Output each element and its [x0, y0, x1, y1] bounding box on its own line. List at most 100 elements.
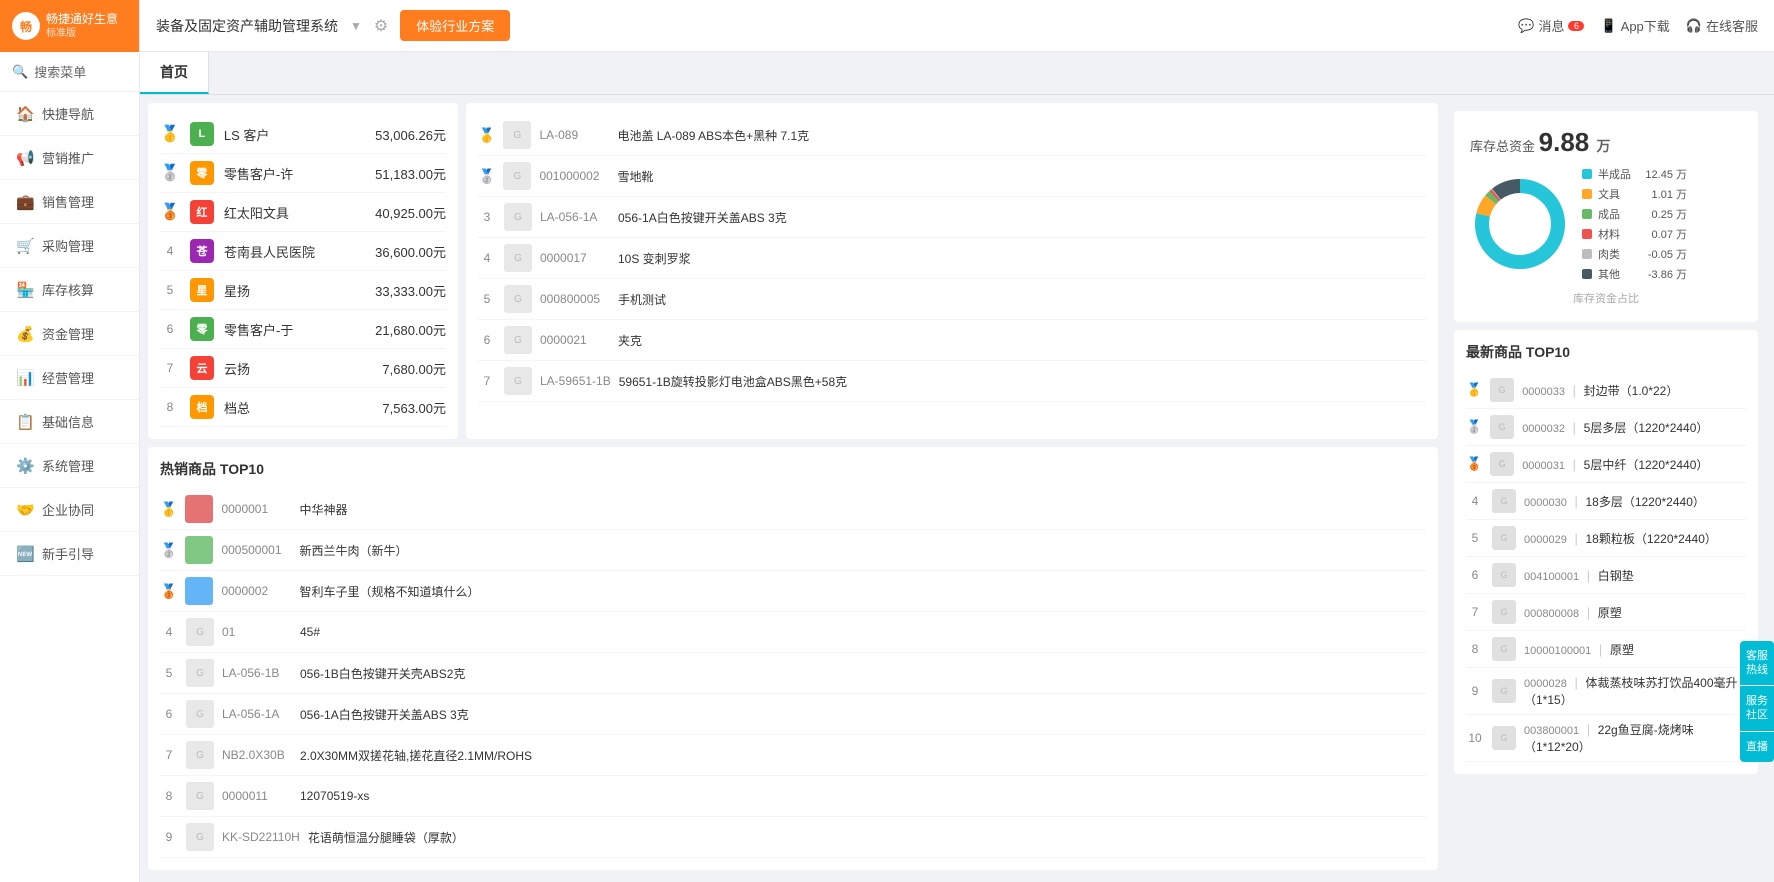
- sidebar-item-basic[interactable]: 📋基础信息: [0, 400, 139, 444]
- product-list-item: 6 G 0000021 夹克: [478, 320, 1426, 361]
- new-product-info: 004100001 | 白钢垫: [1524, 567, 1746, 584]
- message-icon: 💬: [1518, 18, 1534, 34]
- tab-bar: 首页: [140, 52, 1774, 95]
- float-buttons: 客服 热线服务 社区直播: [1740, 641, 1774, 762]
- sidebar-item-operation[interactable]: 📊经营管理: [0, 356, 139, 400]
- hot-product-item: 🥉 0000002 智利车子里（规格不知道填什么）: [160, 571, 1426, 612]
- content: 🥇 L LS 客户 53,006.26元 🥈 零 零售客户-许 51,183.0…: [140, 95, 1774, 882]
- product-list-item: 🥈 G 001000002 雪地靴: [478, 156, 1426, 197]
- new-product-thumb: G: [1492, 637, 1516, 661]
- nav-label-guide: 新手引导: [42, 544, 94, 563]
- sidebar: 畅 畅捷通好生意 标准版 🔍 搜索菜单 🏠快捷导航📢营销推广💼销售管理🛒采购管理…: [0, 0, 140, 882]
- new-product-code: 0000032: [1522, 423, 1565, 435]
- sidebar-item-collab[interactable]: 🤝企业协同: [0, 488, 139, 532]
- product-name: 电池盖 LA-089 ABS本色+黑种 7.1克: [617, 127, 1426, 144]
- hot-product-item: 4 G 01 45#: [160, 612, 1426, 653]
- customer-value: 21,680.00元: [375, 320, 446, 339]
- customer-value: 7,563.00元: [382, 398, 446, 417]
- customer-avatar: L: [190, 122, 214, 146]
- sidebar-item-marketing[interactable]: 📢营销推广: [0, 136, 139, 180]
- gear-icon[interactable]: ⚙: [374, 16, 388, 36]
- new-product-code: 000800008: [1524, 608, 1579, 620]
- float-button[interactable]: 服务 社区: [1740, 686, 1774, 731]
- new-product-item: 9 G 0000028 | 体裁蒸枝味苏打饮品400毫升（1*15）: [1466, 668, 1746, 715]
- product-list-item: 5 G 000800005 手机测试: [478, 279, 1426, 320]
- nav-label-finance: 资金管理: [42, 324, 94, 343]
- product-thumb: G: [503, 121, 531, 149]
- sidebar-item-purchase[interactable]: 🛒采购管理: [0, 224, 139, 268]
- new-product-item: 7 G 000800008 | 原塑: [1466, 594, 1746, 631]
- app-download-btn[interactable]: 📱 App下载: [1600, 16, 1669, 35]
- customer-value: 7,680.00元: [382, 359, 446, 378]
- legend-value: 0.07 万: [1637, 226, 1687, 242]
- tab-home[interactable]: 首页: [140, 52, 209, 94]
- rank-num: 6: [478, 333, 496, 347]
- product-thumb: [185, 536, 213, 564]
- nav-icon-collab: 🤝: [16, 501, 34, 519]
- customer-name: 星扬: [224, 281, 365, 300]
- legend-label: 文具: [1598, 186, 1620, 202]
- trial-button[interactable]: 体验行业方案: [400, 10, 510, 41]
- service-btn[interactable]: 🎧 在线客服: [1686, 16, 1758, 35]
- main-content: 🥇 L LS 客户 53,006.26元 🥈 零 零售客户-许 51,183.0…: [148, 103, 1766, 874]
- nav-icon-basic: 📋: [16, 413, 34, 431]
- float-button[interactable]: 直播: [1740, 732, 1774, 762]
- sidebar-item-inventory[interactable]: 🏪库存核算: [0, 268, 139, 312]
- service-label: 在线客服: [1706, 16, 1758, 35]
- inventory-sub-title: 库存资金占比: [1470, 290, 1742, 306]
- new-product-code: 0000031: [1522, 460, 1565, 472]
- customer-avatar: 档: [190, 395, 214, 419]
- product-thumb: G: [504, 367, 532, 395]
- product-thumb: G: [504, 203, 532, 231]
- product-list-left: 🥇 G LA-089 电池盖 LA-089 ABS本色+黑种 7.1克 🥈 G …: [478, 115, 1426, 402]
- legend-value: 12.45 万: [1637, 166, 1687, 182]
- medal-icon: 🥈: [1466, 419, 1482, 435]
- new-product-name: 原塑: [1598, 606, 1622, 620]
- rank-num: 7: [160, 748, 178, 762]
- hot-product-item: 🥇 0000001 中华神器: [160, 489, 1426, 530]
- new-product-code: 003800001: [1524, 725, 1579, 737]
- product-name: 智利车子里（规格不知道填什么）: [299, 583, 1426, 600]
- product-thumb: G: [186, 618, 214, 646]
- new-product-item: 5 G 0000029 | 18颗粒板（1220*2440）: [1466, 520, 1746, 557]
- new-product-thumb: G: [1490, 415, 1514, 439]
- product-thumb: G: [504, 244, 532, 272]
- new-product-name: 5层多层（1220*2440）: [1584, 421, 1709, 435]
- new-product-item: 10 G 003800001 | 22g鱼豆腐-烧烤味（1*12*20）: [1466, 715, 1746, 762]
- nav-label-purchase: 采购管理: [42, 236, 94, 255]
- float-button[interactable]: 客服 热线: [1740, 641, 1774, 686]
- product-code: LA-089: [539, 128, 609, 142]
- product-thumb: G: [186, 700, 214, 728]
- legend-value: -3.86 万: [1637, 266, 1687, 282]
- amount-display: 9.88 万: [1539, 127, 1611, 157]
- product-name: 2.0X30MM双搓花轴,搓花直径2.1MM/ROHS: [300, 747, 1426, 764]
- legend-color: [1582, 229, 1592, 239]
- new-product-info: 0000031 | 5层中纤（1220*2440）: [1522, 456, 1746, 473]
- hot-product-item: 7 G NB2.0X30B 2.0X30MM双搓花轴,搓花直径2.1MM/ROH…: [160, 735, 1426, 776]
- legend-label: 其他: [1598, 266, 1620, 282]
- search-menu[interactable]: 🔍 搜索菜单: [0, 52, 139, 92]
- sidebar-item-guide[interactable]: 🆕新手引导: [0, 532, 139, 576]
- sidebar-item-sales[interactable]: 💼销售管理: [0, 180, 139, 224]
- rank-num: 5: [478, 292, 496, 306]
- customer-list-item: 8 档 档总 7,563.00元: [160, 388, 446, 427]
- logo-icon: 畅: [12, 12, 40, 40]
- sidebar-item-system[interactable]: ⚙️系统管理: [0, 444, 139, 488]
- rank-num: 6: [160, 707, 178, 721]
- hot-product-item: 6 G LA-056-1A 056-1A白色按键开关盖ABS 3克: [160, 694, 1426, 735]
- new-product-item: 🥉 G 0000031 | 5层中纤（1220*2440）: [1466, 446, 1746, 483]
- logo-sub: 标准版: [46, 27, 118, 40]
- medal-icon: 🥇: [1466, 382, 1482, 398]
- sidebar-item-finance[interactable]: 💰资金管理: [0, 312, 139, 356]
- nav-label-home: 快捷导航: [42, 104, 94, 123]
- hot-products-list: 🥇 0000001 中华神器 🥈 000500001 新西兰牛肉（新牛） 🥉 0…: [160, 489, 1426, 858]
- message-btn[interactable]: 💬 消息 6: [1518, 16, 1584, 35]
- product-name: 59651-1B旋转投影灯电池盒ABS黑色+58克: [619, 373, 1426, 390]
- search-icon: 🔍: [12, 64, 28, 80]
- new-product-code: 004100001: [1524, 571, 1579, 583]
- new-product-item: 6 G 004100001 | 白钢垫: [1466, 557, 1746, 594]
- legend-item: 材料 0.07 万: [1582, 226, 1687, 242]
- new-product-name: 18多层（1220*2440）: [1585, 495, 1704, 509]
- new-product-info: 0000028 | 体裁蒸枝味苏打饮品400毫升（1*15）: [1524, 674, 1746, 708]
- sidebar-item-home[interactable]: 🏠快捷导航: [0, 92, 139, 136]
